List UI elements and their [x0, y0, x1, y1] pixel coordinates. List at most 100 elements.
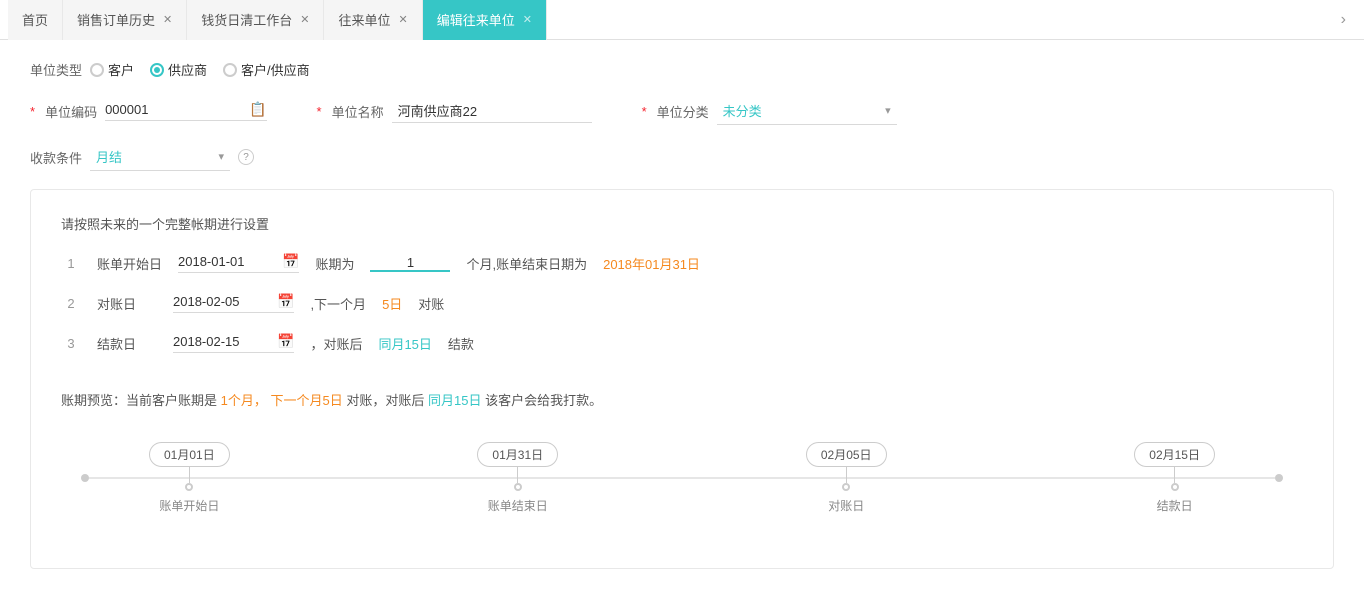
- unit-code-input-wrapper: 📋: [105, 101, 266, 121]
- timeline-line: [89, 478, 1275, 479]
- unit-type-label: 单位类型: [30, 60, 82, 79]
- period-day-highlight-3: 同月15日: [378, 334, 431, 353]
- timeline-node-2: 01月31日 账单结束日: [477, 442, 558, 514]
- payment-terms-field: 收款条件 月结 ▾ ?: [30, 143, 254, 171]
- timeline-badge-4: 02月15日: [1134, 442, 1215, 467]
- timeline-label-1: 账单开始日: [159, 497, 219, 514]
- period-row-2: 2 对账日 📅 ,下一个月 5日 对账: [61, 293, 1303, 313]
- unit-category-required: *: [642, 104, 647, 119]
- period-desc-1a: 账期为: [315, 254, 354, 273]
- tab-money-close[interactable]: ✕: [300, 13, 309, 26]
- period-date-input-1[interactable]: [178, 254, 278, 269]
- timeline-connector-2: [517, 467, 518, 483]
- tab-related-units[interactable]: 往来单位 ✕: [324, 0, 422, 40]
- tab-related-label: 往来单位: [338, 10, 390, 29]
- period-desc-2a: ,下一个月: [310, 294, 366, 313]
- main-content: 单位类型 客户 供应商 客户/供应商 * 单位编码: [0, 40, 1364, 608]
- unit-code-required: *: [30, 104, 35, 119]
- period-calendar-icon-3[interactable]: 📅: [277, 333, 294, 350]
- unit-category-label: 单位分类: [657, 102, 709, 121]
- period-desc-3b: 结款: [448, 334, 474, 353]
- tab-bar: 首页 销售订单历史 ✕ 钱货日清工作台 ✕ 往来单位 ✕ 编辑往来单位 ✕ ›: [0, 0, 1364, 40]
- unit-name-input[interactable]: [392, 99, 592, 123]
- payment-terms-arrow-icon: ▾: [218, 150, 224, 163]
- tab-edit-related-unit[interactable]: 编辑往来单位 ✕: [423, 0, 547, 40]
- period-date-input-3[interactable]: [173, 334, 273, 349]
- timeline-node-1: 01月01日 账单开始日: [149, 442, 230, 514]
- timeline-label-4: 结款日: [1157, 497, 1193, 514]
- unit-category-value: 未分类: [723, 101, 881, 120]
- unit-info-row: * 单位编码 📋 * 单位名称 * 单位分类 未分类 ▾: [30, 97, 1334, 125]
- timeline-dot-1: [185, 483, 193, 491]
- period-label-3: 结款日: [97, 334, 157, 353]
- preview-prefix: 账期预览：当前客户账期是: [61, 393, 217, 408]
- period-label-2: 对账日: [97, 294, 157, 313]
- tab-sales-order-history[interactable]: 销售订单历史 ✕: [63, 0, 187, 40]
- payment-terms-row: 收款条件 月结 ▾ ?: [30, 143, 1334, 171]
- period-num-2: 2: [61, 296, 81, 311]
- period-label-1: 账单开始日: [97, 254, 162, 273]
- unit-type-radio-group: 客户 供应商 客户/供应商: [90, 60, 310, 79]
- preview-middle: 对账，对账后: [346, 393, 424, 408]
- unit-code-input[interactable]: [105, 102, 245, 117]
- period-date-2: 📅: [173, 293, 294, 313]
- tab-sales-label: 销售订单历史: [77, 10, 155, 29]
- unit-category-dropdown[interactable]: 未分类 ▾: [717, 97, 897, 125]
- preview-part2: 下一个月5日: [271, 393, 343, 408]
- timeline-connector-1: [189, 467, 190, 483]
- unit-category-field: * 单位分类 未分类 ▾: [642, 97, 897, 125]
- period-calendar-icon-2[interactable]: 📅: [277, 293, 294, 310]
- radio-both-circle: [223, 63, 237, 77]
- tab-home[interactable]: 首页: [8, 0, 63, 40]
- tab-sales-close[interactable]: ✕: [163, 13, 172, 26]
- tab-edit-label: 编辑往来单位: [437, 10, 515, 29]
- radio-supplier[interactable]: 供应商: [150, 60, 207, 79]
- unit-type-row: 单位类型 客户 供应商 客户/供应商: [30, 60, 1334, 79]
- unit-name-label: 单位名称: [332, 102, 384, 121]
- radio-customer-circle: [90, 63, 104, 77]
- timeline-badge-2: 01月31日: [477, 442, 558, 467]
- radio-both-label: 客户/供应商: [241, 60, 310, 79]
- period-row-3: 3 结款日 📅 ，对账后 同月15日 结款: [61, 333, 1303, 353]
- tab-more-button[interactable]: ›: [1331, 11, 1356, 29]
- period-desc-3a: ，对账后: [310, 334, 362, 353]
- unit-name-required: *: [317, 104, 322, 119]
- timeline-start-dot: [81, 474, 89, 482]
- timeline-dot-2: [514, 483, 522, 491]
- radio-both[interactable]: 客户/供应商: [223, 60, 310, 79]
- period-num-1: 1: [61, 256, 81, 271]
- period-desc-1b: 个月,账单结束日期为: [466, 254, 587, 273]
- timeline-connector-3: [846, 467, 847, 483]
- tab-money-daily[interactable]: 钱货日清工作台 ✕: [187, 0, 324, 40]
- period-day-highlight-2: 5日: [382, 294, 402, 313]
- radio-customer-label: 客户: [108, 60, 134, 79]
- timeline-node-4: 02月15日 结款日: [1134, 442, 1215, 514]
- period-calendar-icon-1[interactable]: 📅: [282, 253, 299, 270]
- tab-edit-close[interactable]: ✕: [523, 13, 532, 26]
- unit-code-copy-icon[interactable]: 📋: [249, 101, 266, 118]
- timeline-label-3: 对账日: [828, 497, 864, 514]
- radio-customer[interactable]: 客户: [90, 60, 134, 79]
- timeline-node-3: 02月05日 对账日: [806, 442, 887, 514]
- payment-terms-dropdown[interactable]: 月结 ▾: [90, 143, 230, 171]
- timeline-end-dot: [1275, 474, 1283, 482]
- preview-part3: 同月15日: [428, 393, 481, 408]
- period-date-input-2[interactable]: [173, 294, 273, 309]
- payment-terms-label: 收款条件: [30, 148, 82, 167]
- period-row-1: 1 账单开始日 📅 账期为 个月,账单结束日期为 2018年01月31日: [61, 253, 1303, 273]
- timeline-dot-4: [1171, 483, 1179, 491]
- period-date-1: 📅: [178, 253, 299, 273]
- period-box: 请按照未来的一个完整帐期进行设置 1 账单开始日 📅 账期为 个月,账单结束日期…: [30, 189, 1334, 569]
- tab-home-label: 首页: [22, 10, 48, 29]
- period-title: 请按照未来的一个完整帐期进行设置: [61, 214, 1303, 233]
- preview-text: 账期预览：当前客户账期是 1个月， 下一个月5日 对账，对账后 同月15日 该客…: [61, 373, 1303, 432]
- tab-related-close[interactable]: ✕: [399, 13, 408, 26]
- timeline: 01月01日 账单开始日 01月31日 账单结束日 02月05日: [61, 432, 1303, 544]
- payment-terms-help-icon[interactable]: ?: [238, 149, 254, 165]
- unit-category-arrow-icon: ▾: [885, 104, 891, 117]
- unit-code-label: 单位编码: [45, 102, 97, 121]
- payment-terms-value: 月结: [96, 147, 214, 166]
- period-end-date-highlight: 2018年01月31日: [603, 254, 700, 273]
- unit-type-field: 单位类型 客户 供应商 客户/供应商: [30, 60, 310, 79]
- months-input[interactable]: [370, 255, 450, 272]
